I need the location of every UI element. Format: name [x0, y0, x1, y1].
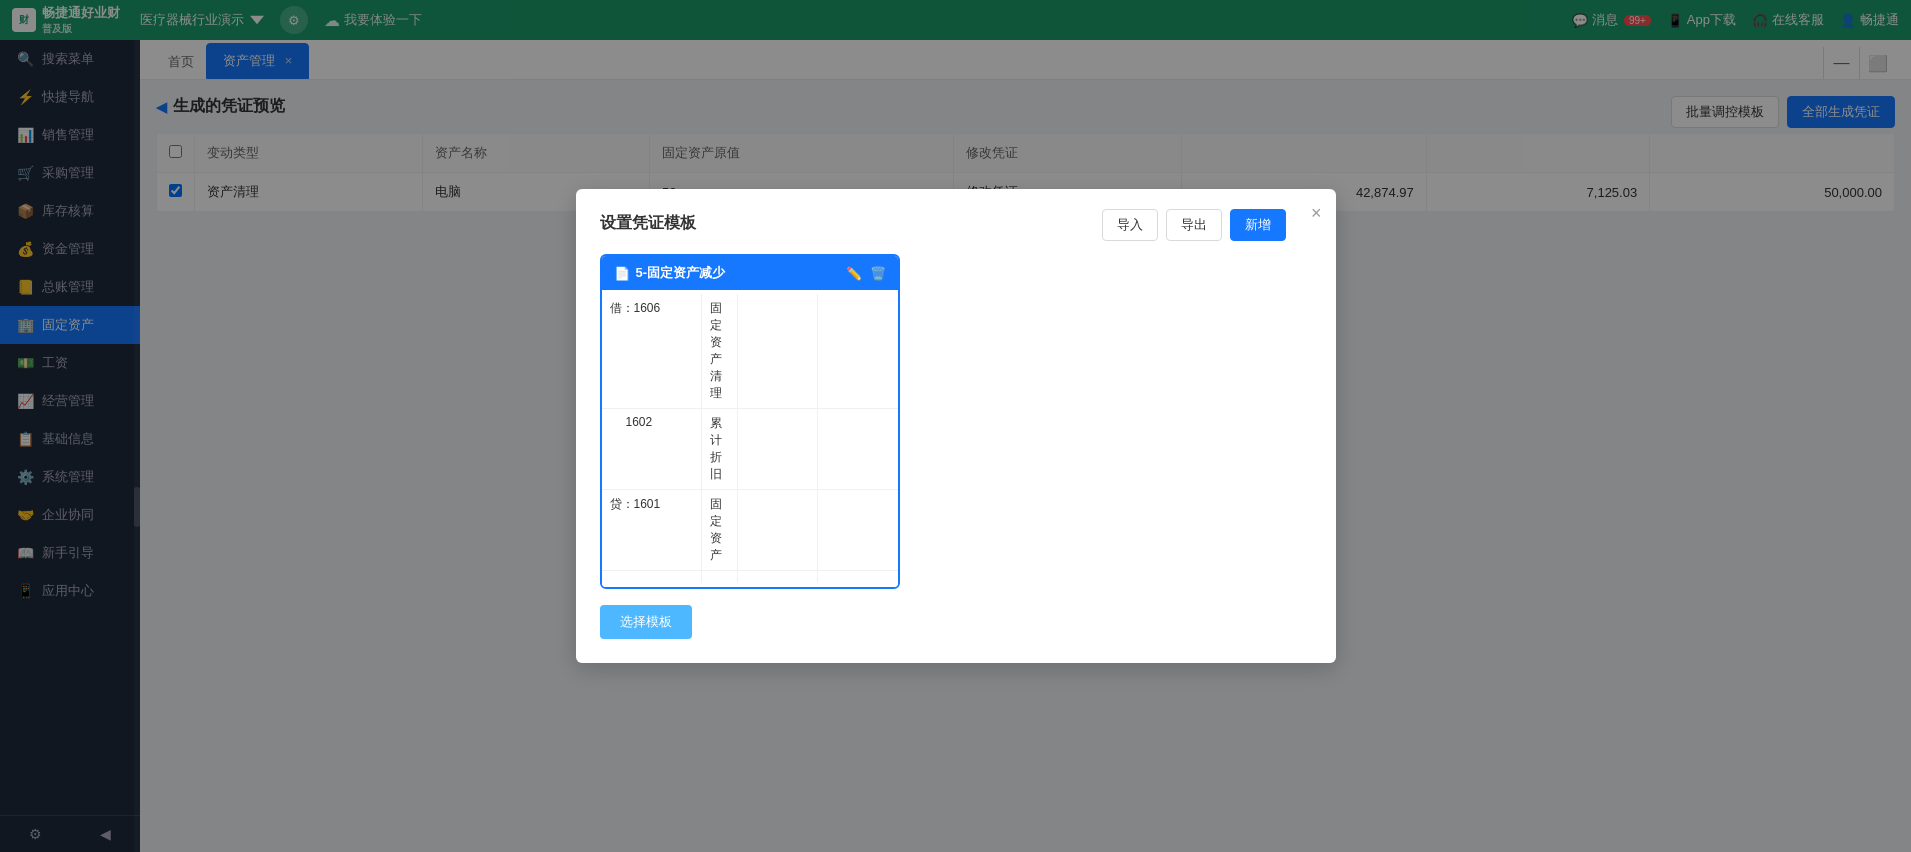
entry4-name: [702, 571, 738, 583]
entry1-credit: [818, 294, 898, 408]
template-entry-3: 贷：1601 固定资产: [602, 490, 898, 571]
template-name: 5-固定资产减少: [636, 264, 726, 282]
new-template-btn[interactable]: 新增: [1230, 209, 1286, 241]
template-card-header: 📄 5-固定资产减少 ✏️ 🗑️: [602, 256, 898, 290]
entry2-side: 1602: [602, 409, 702, 489]
template-card-body: 借：1606 固定资产清理 1602 累计折旧 贷：1601: [602, 290, 898, 587]
entry2-debit: [738, 409, 818, 489]
template-entry-1: 借：1606 固定资产清理: [602, 294, 898, 409]
entry2-credit: [818, 409, 898, 489]
entry1-name: 固定资产清理: [702, 294, 738, 408]
template-delete-icon[interactable]: 🗑️: [870, 266, 886, 281]
entry4-debit: [738, 571, 818, 583]
template-header-actions: ✏️ 🗑️: [846, 266, 886, 281]
select-template-btn[interactable]: 选择模板: [600, 605, 692, 639]
modal-overlay: 设置凭证模板 × 导入 导出 新增 📄 5-固定资产减少 ✏️ 🗑️: [0, 0, 1911, 852]
entry3-credit: [818, 490, 898, 570]
template-list: 📄 5-固定资产减少 ✏️ 🗑️ 借：1606 固定资产清理: [600, 254, 1312, 589]
modal-close-btn[interactable]: ×: [1311, 203, 1322, 224]
entry1-debit: [738, 294, 818, 408]
template-card-header-left: 📄 5-固定资产减少: [614, 264, 726, 282]
modal-toolbar: 导入 导出 新增: [1102, 209, 1286, 241]
template-card: 📄 5-固定资产减少 ✏️ 🗑️ 借：1606 固定资产清理: [600, 254, 900, 589]
entry4-side: [602, 571, 702, 583]
entry3-debit: [738, 490, 818, 570]
template-entry-2: 1602 累计折旧: [602, 409, 898, 490]
entry3-side: 贷：1601: [602, 490, 702, 570]
template-doc-icon: 📄: [614, 266, 630, 281]
export-btn[interactable]: 导出: [1166, 209, 1222, 241]
template-edit-icon[interactable]: ✏️: [846, 266, 862, 281]
entry1-side: 借：1606: [602, 294, 702, 408]
import-btn[interactable]: 导入: [1102, 209, 1158, 241]
modal-set-template: 设置凭证模板 × 导入 导出 新增 📄 5-固定资产减少 ✏️ 🗑️: [576, 189, 1336, 663]
entry3-name: 固定资产: [702, 490, 738, 570]
template-entry-4: [602, 571, 898, 583]
entry4-credit: [818, 571, 898, 583]
entry2-name: 累计折旧: [702, 409, 738, 489]
